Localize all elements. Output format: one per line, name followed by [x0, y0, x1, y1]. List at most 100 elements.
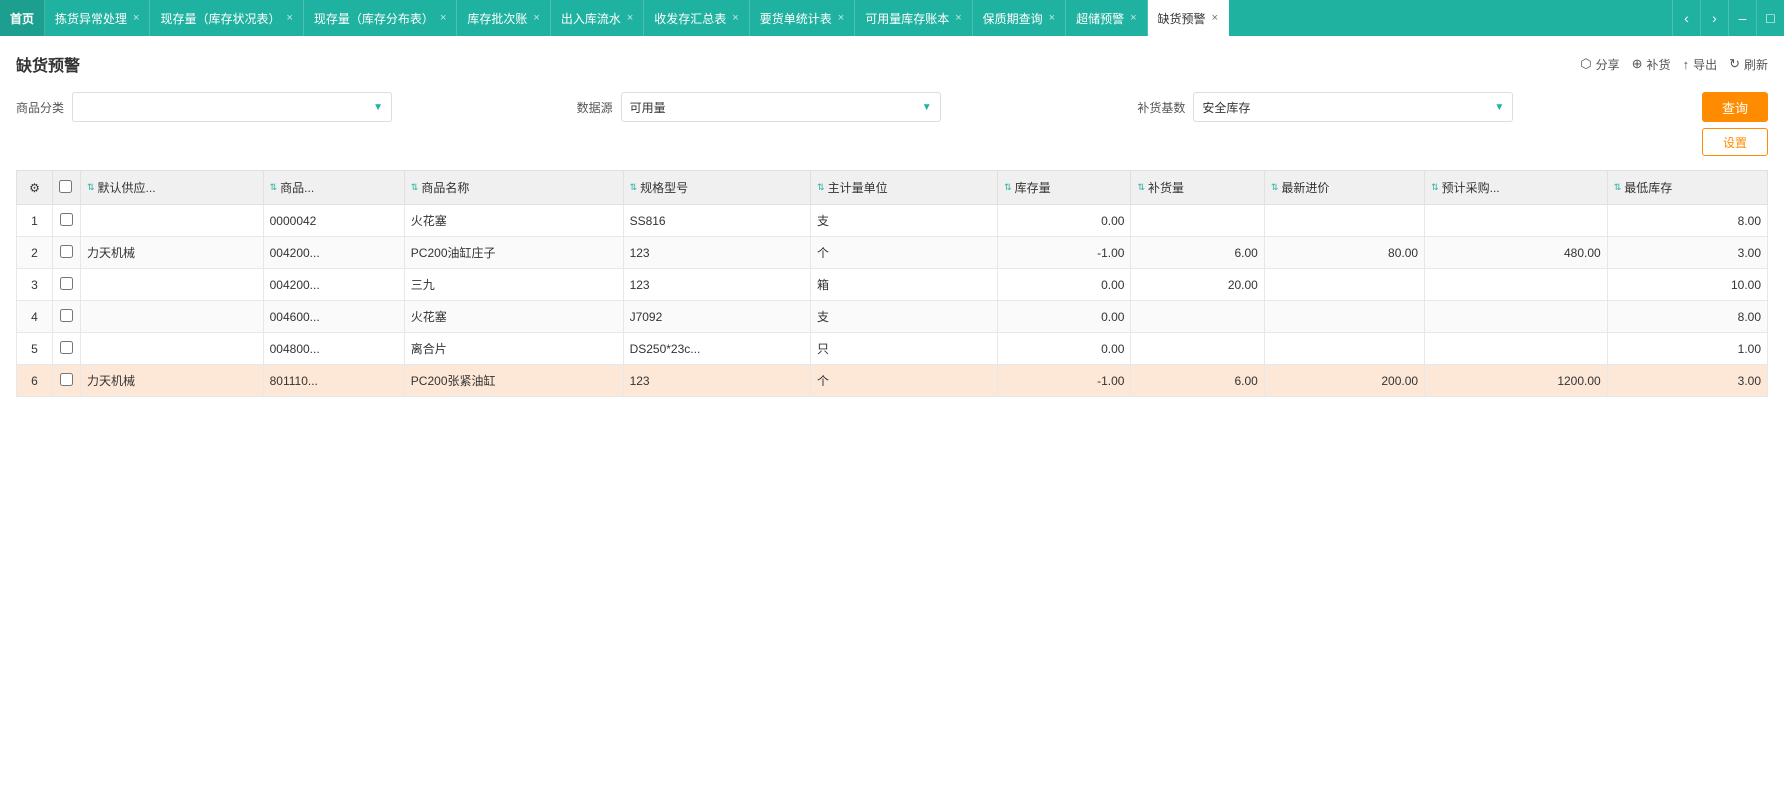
row-checkbox[interactable] — [60, 245, 73, 258]
row-replenish-qty: 6.00 — [1131, 365, 1264, 397]
row-unit: 个 — [811, 237, 998, 269]
share-icon: ⬡ — [1580, 56, 1591, 72]
sort-min-icon[interactable]: ⇅ — [1614, 182, 1622, 193]
tab-order[interactable]: 要货单统计表 × — [750, 0, 855, 36]
row-product-code: 004200... — [263, 237, 404, 269]
tab-available[interactable]: 可用量库存账本 × — [855, 0, 972, 36]
tab-home[interactable]: 首页 — [0, 0, 45, 36]
refresh-label: 刷新 — [1744, 56, 1768, 73]
sort-supplier-icon[interactable]: ⇅ — [87, 182, 95, 193]
row-product-code: 004800... — [263, 333, 404, 365]
row-product-code: 004600... — [263, 301, 404, 333]
row-est-purchase — [1425, 301, 1608, 333]
row-stock-qty: 0.00 — [998, 205, 1131, 237]
row-stock-qty: 0.00 — [998, 333, 1131, 365]
col-stock-label: 库存量 — [1015, 179, 1051, 196]
col-spec: ⇅ 规格型号 — [623, 171, 810, 205]
tab-expiry[interactable]: 保质期查询 × — [973, 0, 1066, 36]
replenish-button[interactable]: ⊕ 补货 — [1632, 56, 1671, 73]
row-checkbox-cell — [53, 237, 81, 269]
row-replenish-qty: 20.00 — [1131, 269, 1264, 301]
sort-code-icon[interactable]: ⇅ — [270, 182, 278, 193]
col-default-supplier: ⇅ 默认供应... — [81, 171, 264, 205]
sort-spec-icon[interactable]: ⇅ — [630, 182, 638, 193]
tab-stock2[interactable]: 现存量（库存分布表） × — [304, 0, 457, 36]
gear-icon[interactable]: ⚙ — [29, 181, 40, 195]
tab-expiry-close[interactable]: × — [1049, 12, 1055, 24]
row-min-stock: 8.00 — [1607, 301, 1767, 333]
tab-shortage[interactable]: 缺货预警 × — [1148, 0, 1229, 36]
tab-stock2-close[interactable]: × — [440, 12, 446, 24]
row-unit: 支 — [811, 301, 998, 333]
row-checkbox[interactable] — [60, 277, 73, 290]
tab-order-close[interactable]: × — [838, 12, 844, 24]
col-code-label: 商品... — [280, 179, 314, 196]
replenish-icon: ⊕ — [1632, 56, 1643, 72]
tab-available-close[interactable]: × — [955, 12, 961, 24]
tab-summary[interactable]: 收发存汇总表 × — [644, 0, 749, 36]
row-replenish-qty: 6.00 — [1131, 237, 1264, 269]
row-latest-price: 80.00 — [1264, 237, 1424, 269]
tab-flow[interactable]: 出入库流水 × — [551, 0, 644, 36]
datasource-dropdown-icon: ▼ — [922, 102, 932, 113]
sort-price-icon[interactable]: ⇅ — [1271, 182, 1279, 193]
sort-replenish-icon[interactable]: ⇅ — [1137, 182, 1145, 193]
row-checkbox[interactable] — [60, 373, 73, 386]
settings-button[interactable]: 设置 — [1702, 128, 1768, 156]
row-number: 5 — [17, 333, 53, 365]
tab-batch[interactable]: 库存批次账 × — [457, 0, 550, 36]
tab-maximize-button[interactable]: □ — [1756, 0, 1784, 36]
datasource-select[interactable]: 可用量 ▼ — [621, 92, 941, 122]
tab-flow-close[interactable]: × — [627, 12, 633, 24]
tab-shortage-close[interactable]: × — [1212, 12, 1218, 24]
table-row: 2 力天机械 004200... PC200油缸庄子 123 个 -1.00 6… — [17, 237, 1768, 269]
refresh-button[interactable]: ↻ 刷新 — [1729, 56, 1768, 73]
data-table: ⚙ ⇅ 默认供应... ⇅ 商品... — [16, 170, 1768, 397]
share-button[interactable]: ⬡ 分享 — [1580, 56, 1619, 73]
tab-stock1[interactable]: 现存量（库存状况表） × — [150, 0, 303, 36]
col-spec-label: 规格型号 — [640, 179, 688, 196]
tab-next-button[interactable]: › — [1700, 0, 1728, 36]
tab-overstock[interactable]: 超储预警 × — [1066, 0, 1147, 36]
col-replenish-qty: ⇅ 补货量 — [1131, 171, 1264, 205]
category-select[interactable]: ▼ — [72, 92, 392, 122]
tab-overstock-close[interactable]: × — [1130, 12, 1136, 24]
col-unit-label: 主计量单位 — [828, 179, 888, 196]
export-label: 导出 — [1693, 56, 1717, 73]
row-est-purchase — [1425, 205, 1608, 237]
col-gear: ⚙ — [17, 171, 53, 205]
sort-stock-icon[interactable]: ⇅ — [1004, 182, 1012, 193]
row-stock-qty: -1.00 — [998, 365, 1131, 397]
row-checkbox[interactable] — [60, 309, 73, 322]
tab-batch-close[interactable]: × — [533, 12, 539, 24]
replenish-label: 补货 — [1647, 56, 1671, 73]
select-all-checkbox[interactable] — [59, 180, 72, 193]
row-unit: 支 — [811, 205, 998, 237]
row-supplier: 力天机械 — [81, 365, 264, 397]
query-button[interactable]: 查询 — [1702, 92, 1768, 122]
tab-shortage-label: 缺货预警 — [1158, 10, 1206, 27]
col-stock-qty: ⇅ 库存量 — [998, 171, 1131, 205]
row-checkbox[interactable] — [60, 341, 73, 354]
category-label: 商品分类 — [16, 99, 64, 116]
sort-unit-icon[interactable]: ⇅ — [817, 182, 825, 193]
tab-pick[interactable]: 拣货异常处理 × — [45, 0, 150, 36]
col-min-label: 最低库存 — [1624, 179, 1672, 196]
tab-pick-close[interactable]: × — [133, 12, 139, 24]
row-est-purchase: 480.00 — [1425, 237, 1608, 269]
row-product-name: 火花塞 — [404, 301, 623, 333]
row-checkbox-cell — [53, 269, 81, 301]
tab-nav-buttons: ‹ › – □ — [1672, 0, 1784, 36]
replenish-base-select[interactable]: 安全库存 ▼ — [1193, 92, 1513, 122]
sort-est-icon[interactable]: ⇅ — [1431, 182, 1439, 193]
tab-minimize-button[interactable]: – — [1728, 0, 1756, 36]
page-title: 缺货预警 — [16, 52, 80, 76]
tab-summary-close[interactable]: × — [732, 12, 738, 24]
export-button[interactable]: ↑ 导出 — [1683, 56, 1718, 73]
sort-name-icon[interactable]: ⇅ — [411, 182, 419, 193]
tab-prev-button[interactable]: ‹ — [1672, 0, 1700, 36]
row-checkbox[interactable] — [60, 213, 73, 226]
table-row: 6 力天机械 801110... PC200张紧油缸 123 个 -1.00 6… — [17, 365, 1768, 397]
col-latest-price: ⇅ 最新进价 — [1264, 171, 1424, 205]
tab-stock1-close[interactable]: × — [286, 12, 292, 24]
